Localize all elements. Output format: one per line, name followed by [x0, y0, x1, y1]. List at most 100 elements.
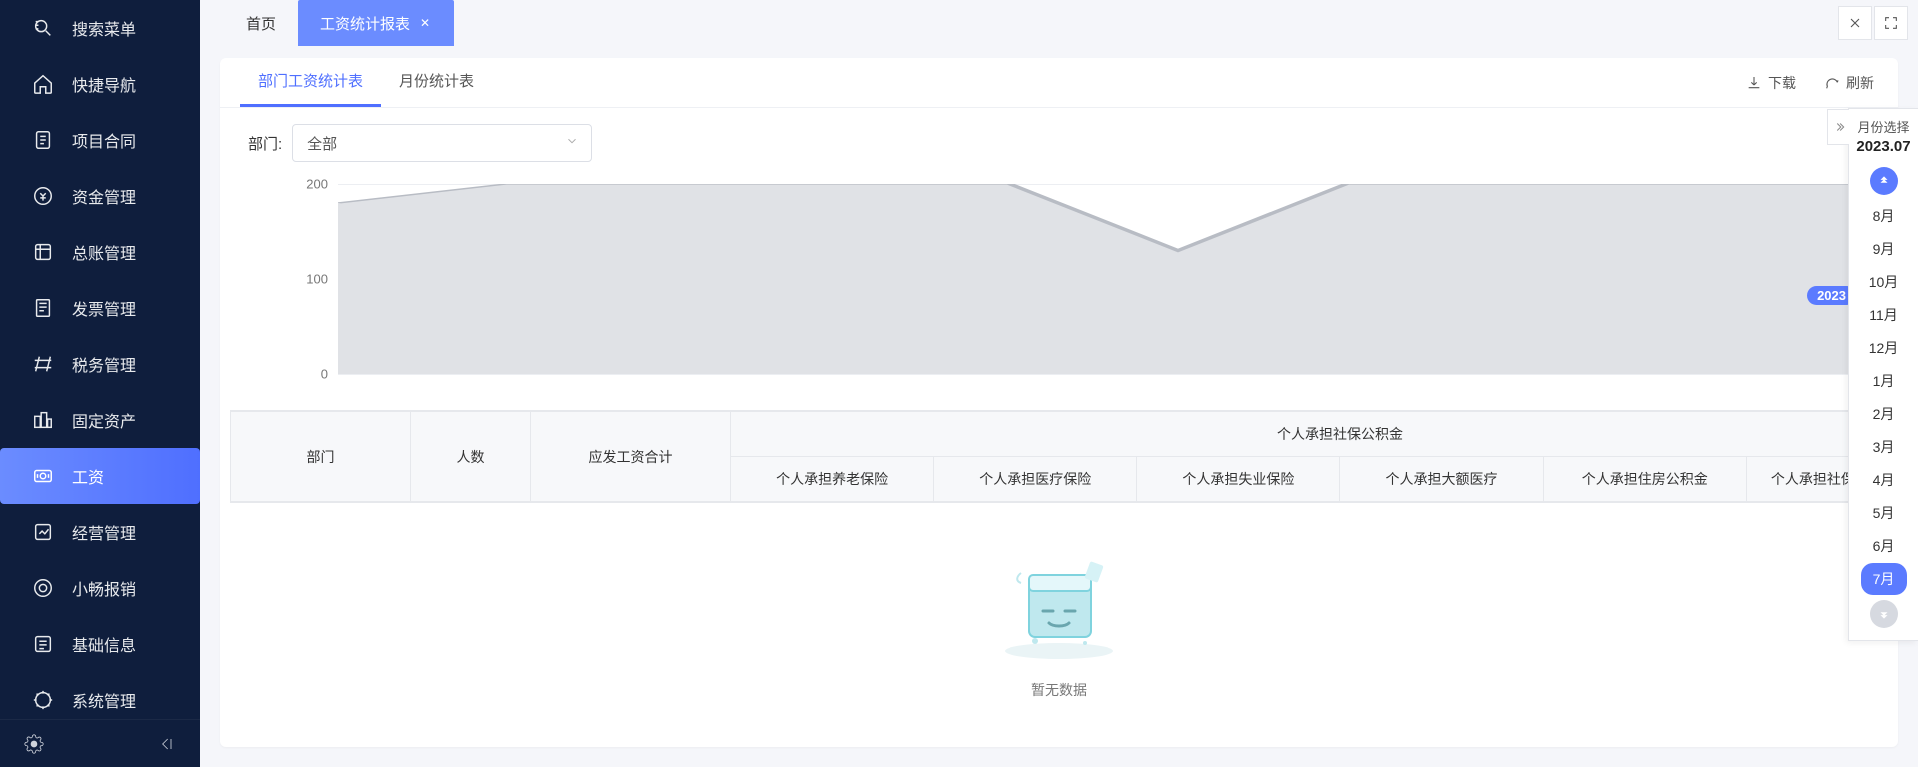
th-1: 人数	[411, 412, 531, 502]
empty-text: 暂无数据	[1031, 680, 1087, 700]
sidebar-item-label: 固定资产	[72, 408, 136, 432]
sidebar-item-label: 项目合同	[72, 128, 136, 152]
subtab-label: 部门工资统计表	[258, 70, 363, 91]
sidebar-item-info[interactable]: 基础信息	[0, 616, 200, 672]
sidebar-item-asset[interactable]: 固定资产	[0, 392, 200, 448]
subtab-1[interactable]: 月份统计表	[381, 57, 492, 107]
month-option[interactable]: 10月	[1861, 266, 1907, 298]
money-icon	[32, 185, 54, 207]
month-panel-value: 2023.07	[1856, 138, 1910, 155]
dept-select[interactable]: 全部	[292, 124, 592, 162]
sidebar-item-label: 发票管理	[72, 296, 136, 320]
download-button[interactable]: 下载	[1746, 73, 1796, 93]
ledger-icon	[32, 241, 54, 263]
close-icon[interactable]: ✕	[418, 16, 432, 30]
month-option[interactable]: 7月	[1861, 563, 1907, 595]
doc-icon	[32, 129, 54, 151]
chart-ytick: 200	[248, 177, 328, 192]
sidebar-item-label: 系统管理	[72, 688, 136, 712]
sidebar-item-search[interactable]: 搜索菜单	[0, 0, 200, 56]
month-option[interactable]: 8月	[1861, 200, 1907, 232]
main: 首页 工资统计报表 ✕ 部门工资统计表 月份统计表 下载	[200, 0, 1918, 767]
window-controls	[1838, 6, 1908, 40]
month-scroll-down-button[interactable]	[1870, 600, 1898, 628]
sidebar-item-label: 总账管理	[72, 240, 136, 264]
sidebar-item-tax[interactable]: 税务管理	[0, 336, 200, 392]
sidebar-footer	[0, 719, 200, 767]
month-option[interactable]: 4月	[1861, 464, 1907, 496]
sidebar-item-label: 基础信息	[72, 632, 136, 656]
th-sub-0: 个人承担养老保险	[731, 457, 934, 502]
sidebar-item-gear[interactable]: 系统管理	[0, 672, 200, 719]
month-option[interactable]: 5月	[1861, 497, 1907, 529]
th-sub-2: 个人承担失业保险	[1137, 457, 1340, 502]
th-sub-3: 个人承担大额医疗	[1340, 457, 1543, 502]
tab-0[interactable]: 首页	[224, 0, 298, 46]
tab-label: 首页	[246, 13, 276, 34]
empty-state: 暂无数据	[220, 503, 1898, 720]
table-wrap[interactable]: 部门人数应发工资合计个人承担社保公积金公司承担个人承担养老保险个人承担医疗保险个…	[230, 410, 1888, 503]
sidebar-item-salary[interactable]: 工资	[0, 448, 200, 504]
month-option[interactable]: 11月	[1861, 299, 1907, 331]
month-panel-collapse-button[interactable]	[1827, 109, 1849, 145]
tab-1[interactable]: 工资统计报表 ✕	[298, 0, 454, 46]
settings-icon[interactable]	[24, 734, 44, 754]
sidebar-item-invoice[interactable]: 发票管理	[0, 280, 200, 336]
fullscreen-button[interactable]	[1874, 6, 1908, 40]
sidebar-item-label: 税务管理	[72, 352, 136, 376]
sidebar-item-label: 小畅报销	[72, 576, 136, 600]
close-all-tabs-button[interactable]	[1838, 6, 1872, 40]
sidebar-item-ledger[interactable]: 总账管理	[0, 224, 200, 280]
dept-label: 部门:	[248, 133, 282, 154]
expense-icon	[32, 577, 54, 599]
sidebar-item-label: 资金管理	[72, 184, 136, 208]
month-option[interactable]: 6月	[1861, 530, 1907, 562]
month-option[interactable]: 12月	[1861, 332, 1907, 364]
th-0: 部门	[231, 412, 411, 502]
sidebar-item-home[interactable]: 快捷导航	[0, 56, 200, 112]
salary-chart: 0100200	[248, 174, 1870, 394]
sidebar: 搜索菜单 快捷导航 项目合同 资金管理 总账管理 发票管理 税务管理 固定资产 …	[0, 0, 200, 767]
content-card: 部门工资统计表 月份统计表 下载 刷新 部门: 全部	[220, 58, 1898, 747]
subtab-label: 月份统计表	[399, 70, 474, 91]
salary-table: 部门人数应发工资合计个人承担社保公积金公司承担个人承担养老保险个人承担医疗保险个…	[230, 411, 1888, 502]
sidebar-item-expense[interactable]: 小畅报销	[0, 560, 200, 616]
subtab-bar: 部门工资统计表 月份统计表 下载 刷新	[220, 58, 1898, 108]
home-icon	[32, 73, 54, 95]
biz-icon	[32, 521, 54, 543]
month-scroll-up-button[interactable]	[1870, 167, 1898, 195]
asset-icon	[32, 409, 54, 431]
tab-bar: 首页 工资统计报表 ✕	[200, 0, 1918, 46]
tax-icon	[32, 353, 54, 375]
dept-select-value: 全部	[307, 133, 337, 154]
invoice-icon	[32, 297, 54, 319]
sidebar-item-biz[interactable]: 经营管理	[0, 504, 200, 560]
month-option[interactable]: 3月	[1861, 431, 1907, 463]
subtab-0[interactable]: 部门工资统计表	[240, 57, 381, 107]
collapse-sidebar-icon[interactable]	[156, 734, 176, 754]
chart-ytick: 0	[248, 367, 328, 382]
salary-icon	[32, 465, 54, 487]
month-option[interactable]: 1月	[1861, 365, 1907, 397]
th-group: 个人承担社保公积金	[731, 412, 1889, 457]
sidebar-item-label: 工资	[72, 464, 104, 488]
th-sub-1: 个人承担医疗保险	[934, 457, 1137, 502]
sidebar-item-money[interactable]: 资金管理	[0, 168, 200, 224]
sidebar-item-label: 快捷导航	[72, 72, 136, 96]
gear-icon	[32, 689, 54, 711]
month-panel: 月份选择 2023.07 8月9月10月11月12月1月2月3月4月5月6月7月	[1848, 108, 1918, 641]
tab-label: 工资统计报表	[320, 13, 410, 34]
refresh-label: 刷新	[1846, 73, 1874, 93]
chart-wrap: 0100200	[220, 170, 1898, 404]
sidebar-item-label: 搜索菜单	[72, 16, 136, 40]
month-option[interactable]: 2月	[1861, 398, 1907, 430]
month-option[interactable]: 9月	[1861, 233, 1907, 265]
sidebar-item-doc[interactable]: 项目合同	[0, 112, 200, 168]
search-icon	[32, 17, 54, 39]
download-label: 下载	[1768, 73, 1796, 93]
month-panel-title: 月份选择	[1857, 117, 1909, 136]
refresh-button[interactable]: 刷新	[1824, 73, 1874, 93]
info-icon	[32, 633, 54, 655]
th-2: 应发工资合计	[531, 412, 731, 502]
empty-illustration-icon	[989, 533, 1129, 666]
